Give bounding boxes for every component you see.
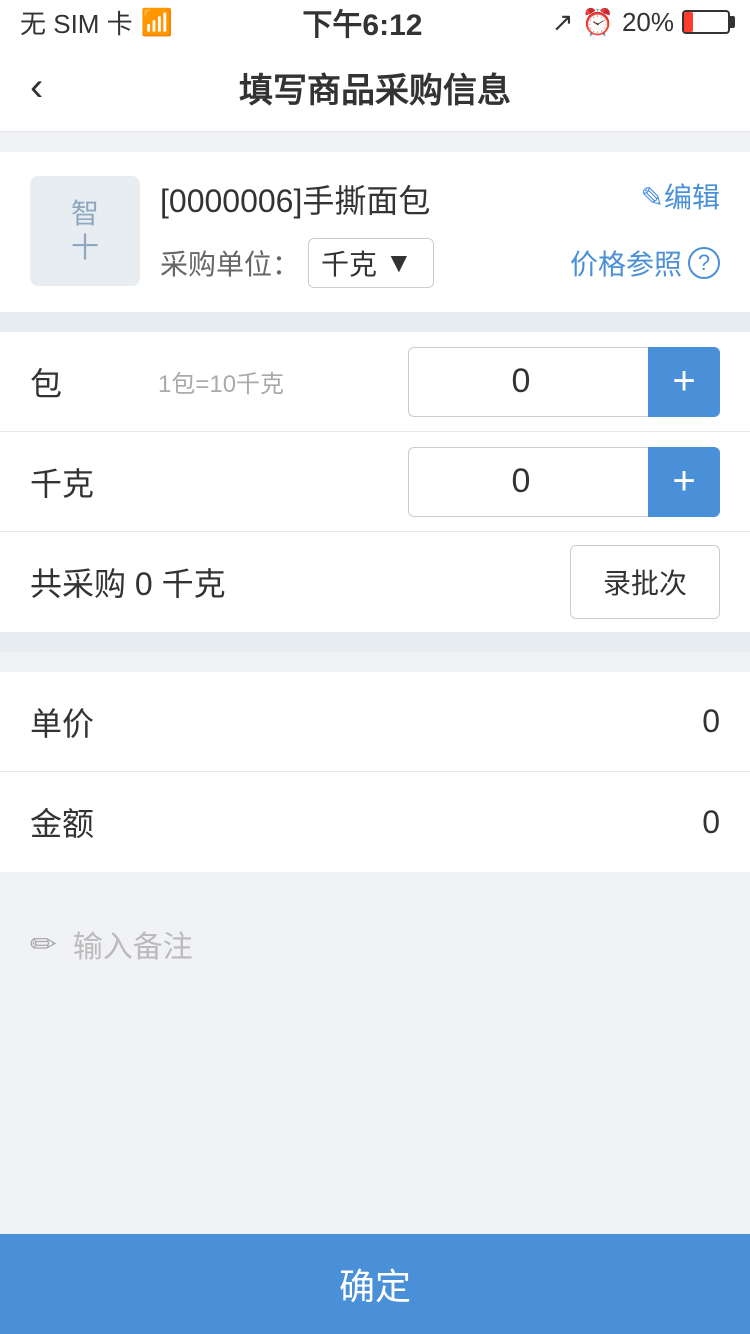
summary-value: 0 — [135, 566, 162, 602]
edit-button[interactable]: ✎编辑 — [641, 176, 720, 216]
price-ref-label: 价格参照 — [570, 243, 682, 283]
logo-line1: 智 — [71, 197, 99, 231]
unit-select[interactable]: 千克 ▼ — [308, 238, 434, 288]
section-divider-2 — [0, 632, 750, 652]
section-divider-1 — [0, 312, 750, 332]
note-section[interactable]: ✏ 输入备注 — [0, 892, 750, 996]
confirm-button[interactable]: 确定 — [0, 1234, 750, 1334]
product-info: [0000006]手撕面包 ✎编辑 采购单位： 千克 ▼ 价格参照 ? — [160, 176, 720, 288]
amount-label: 金额 — [30, 799, 94, 845]
product-image: 智 十 — [30, 176, 140, 286]
back-button[interactable]: ‹ — [30, 65, 43, 110]
unit-prefix: 采购单位： — [160, 243, 300, 283]
bao-label: 包 — [30, 359, 150, 405]
battery-percent: 20% — [622, 7, 674, 38]
price-section: 单价 0 金额 0 — [0, 672, 750, 872]
bao-controls: + — [284, 347, 720, 417]
nav-title: 填写商品采购信息 — [239, 63, 511, 112]
note-placeholder: 输入备注 — [73, 922, 193, 966]
summary-unit: 千克 — [162, 566, 226, 602]
unit-value: 千克 — [321, 243, 377, 283]
location-icon: ↗ — [552, 7, 574, 38]
bao-input-row: 包 1包=10千克 + — [0, 332, 750, 432]
summary-prefix: 共采购 — [30, 566, 126, 602]
product-header: [0000006]手撕面包 ✎编辑 — [160, 176, 720, 222]
kg-controls: + — [150, 447, 720, 517]
note-icon: ✏ — [30, 925, 57, 963]
price-ref-button[interactable]: 价格参照 ? — [570, 243, 720, 283]
product-card: 智 十 [0000006]手撕面包 ✎编辑 采购单位： 千克 ▼ 价格参照 — [0, 152, 750, 312]
nav-bar: ‹ 填写商品采购信息 — [0, 44, 750, 132]
main-content: 智 十 [0000006]手撕面包 ✎编辑 采购单位： 千克 ▼ 价格参照 — [0, 152, 750, 1116]
kg-input-row: 千克 + — [0, 432, 750, 532]
alarm-icon: ⏰ — [582, 7, 614, 38]
bao-plus-button[interactable]: + — [648, 347, 720, 417]
wifi-icon: 📶 — [141, 7, 173, 38]
quantity-input-section: 包 1包=10千克 + 千克 + — [0, 332, 750, 532]
unit-price-row: 单价 0 — [0, 672, 750, 772]
status-right: ↗ ⏰ 20% — [552, 7, 730, 38]
bao-input[interactable] — [408, 347, 648, 417]
battery-icon — [682, 10, 730, 34]
kg-label: 千克 — [30, 459, 150, 505]
logo-line2: 十 — [71, 231, 99, 265]
dropdown-icon: ▼ — [385, 247, 413, 279]
kg-plus-button[interactable]: + — [648, 447, 720, 517]
product-logo: 智 十 — [71, 197, 99, 264]
status-bar: 无 SIM 卡 📶 下午6:12 ↗ ⏰ 20% — [0, 0, 750, 44]
status-left: 无 SIM 卡 📶 — [20, 4, 173, 41]
product-name: [0000006]手撕面包 — [160, 176, 430, 222]
unit-label: 采购单位： 千克 ▼ — [160, 238, 434, 288]
summary-row: 共采购 0 千克 录批次 — [0, 532, 750, 632]
amount-value: 0 — [702, 804, 720, 841]
total-amount-row: 金额 0 — [0, 772, 750, 872]
price-ref-help-icon: ? — [688, 247, 720, 279]
batch-button[interactable]: 录批次 — [570, 545, 720, 619]
kg-input[interactable] — [408, 447, 648, 517]
unit-price-value: 0 — [702, 703, 720, 740]
status-time: 下午6:12 — [302, 0, 422, 44]
summary-text: 共采购 0 千克 — [30, 559, 226, 605]
sim-label: 无 SIM 卡 — [20, 4, 133, 41]
unit-price-label: 单价 — [30, 699, 94, 745]
product-unit-row: 采购单位： 千克 ▼ 价格参照 ? — [160, 238, 720, 288]
bao-sublabel: 1包=10千克 — [158, 364, 284, 399]
